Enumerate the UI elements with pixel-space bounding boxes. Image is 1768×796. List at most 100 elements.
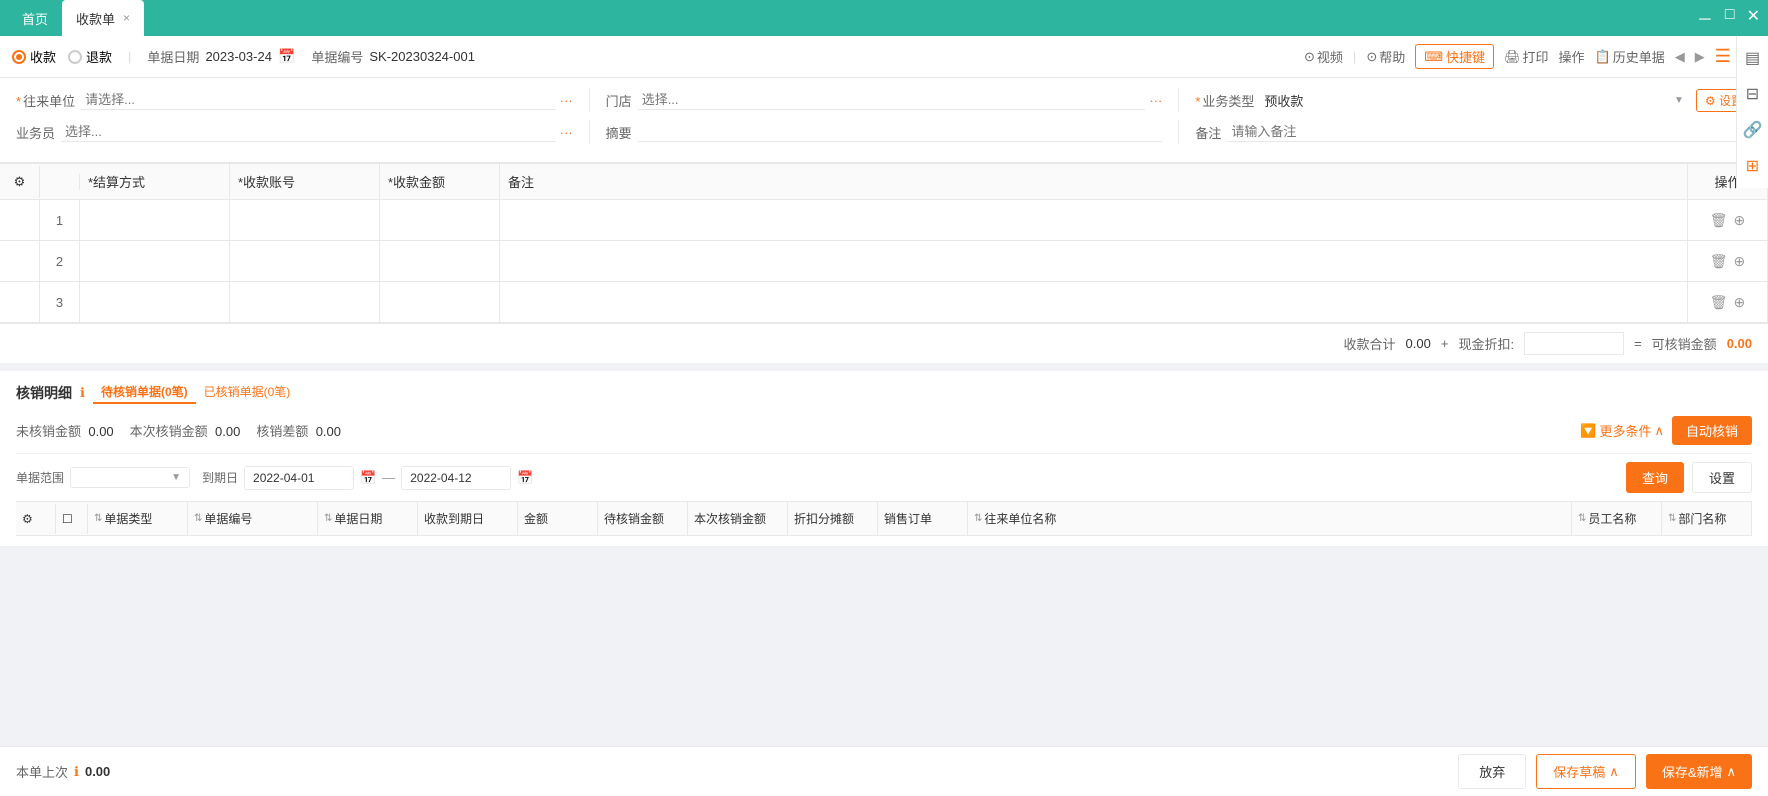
settings-button-2[interactable]: 设置 bbox=[1692, 462, 1752, 493]
operate-link[interactable]: 操作 bbox=[1559, 47, 1585, 66]
td-remark-1[interactable] bbox=[500, 200, 1688, 240]
right-panel-icon-2[interactable]: ⊟ bbox=[1746, 84, 1759, 104]
discount-input[interactable] bbox=[1524, 332, 1624, 355]
bth-type[interactable]: 单据类型 bbox=[88, 502, 188, 535]
tab-home[interactable]: 首页 bbox=[8, 0, 62, 36]
partner-more-icon[interactable]: ··· bbox=[560, 93, 573, 108]
td-account-2[interactable] bbox=[230, 241, 380, 281]
td-settings-1 bbox=[0, 200, 40, 240]
save-new-button[interactable]: 保存&新增 ∧ bbox=[1646, 754, 1752, 789]
td-account-1[interactable] bbox=[230, 200, 380, 240]
right-panel-icon-3[interactable]: 🔗 bbox=[1743, 120, 1763, 140]
note-input[interactable] bbox=[1227, 122, 1752, 142]
query-button[interactable]: 查询 bbox=[1626, 462, 1684, 493]
td-settle-2[interactable] bbox=[80, 241, 230, 281]
cal-to-icon[interactable]: 📅 bbox=[517, 470, 533, 486]
delete-icon-2[interactable]: 🗑 bbox=[1710, 253, 1728, 270]
summary-row: 收款合计 0.00 + 现金折扣: = 可核销金额 0.00 bbox=[0, 323, 1768, 363]
td-idx-1: 1 bbox=[40, 200, 80, 240]
receipt-type-group: 收款 退款 bbox=[12, 47, 112, 66]
td-remark-2[interactable] bbox=[500, 241, 1688, 281]
th-settings[interactable]: ⚙ bbox=[0, 166, 40, 198]
delete-icon-3[interactable]: 🗑 bbox=[1710, 294, 1728, 311]
right-panel-icon-4[interactable]: ⊞ bbox=[1746, 156, 1759, 176]
nav-prev-icon[interactable]: ◀ bbox=[1675, 49, 1685, 65]
partner-input[interactable] bbox=[81, 90, 556, 110]
calendar-icon[interactable]: 📅 bbox=[278, 48, 295, 65]
stat-right: 🔽 更多条件 ∧ 自动核销 bbox=[1580, 416, 1752, 445]
td-remark-3[interactable] bbox=[500, 282, 1688, 322]
delete-icon-1[interactable]: 🗑 bbox=[1710, 212, 1728, 229]
tab-receipt[interactable]: 收款单 × bbox=[62, 0, 144, 36]
stats-row: 未核销金额 0.00 本次核销金额 0.00 核销差额 0.00 🔽 更多条件 … bbox=[16, 412, 1752, 453]
date-to-input[interactable] bbox=[401, 466, 511, 490]
help-link[interactable]: ⊙ 帮助 bbox=[1366, 47, 1405, 66]
auto-writeoff-button[interactable]: 自动核销 bbox=[1672, 416, 1752, 445]
bth-pending: 待核销金额 bbox=[598, 502, 688, 535]
td-idx-2: 2 bbox=[40, 241, 80, 281]
bth-dept[interactable]: 部门名称 bbox=[1662, 502, 1752, 535]
bth-number[interactable]: 单据编号 bbox=[188, 502, 318, 535]
td-settle-1[interactable] bbox=[80, 200, 230, 240]
td-idx-3: 3 bbox=[40, 282, 80, 322]
date-field: 单据日期 2023-03-24 📅 bbox=[147, 47, 295, 66]
print-link[interactable]: 🖨 打印 bbox=[1504, 47, 1549, 66]
close-icon[interactable]: ✕ bbox=[1747, 6, 1760, 30]
layout1-icon[interactable]: ☰ bbox=[1715, 46, 1731, 67]
more-filter-btn[interactable]: 🔽 更多条件 ∧ bbox=[1580, 421, 1664, 440]
radio-refund[interactable]: 退款 bbox=[68, 47, 112, 66]
shop-input[interactable] bbox=[638, 90, 1146, 110]
sales-input[interactable] bbox=[61, 122, 556, 142]
tab-pending[interactable]: 待核销单据(0笔) bbox=[93, 381, 196, 404]
td-amount-1[interactable] bbox=[380, 200, 500, 240]
history-link[interactable]: 📋 历史单据 bbox=[1595, 47, 1665, 66]
summary-input[interactable] bbox=[638, 122, 1163, 142]
copy-icon-3[interactable]: ⊕ bbox=[1734, 294, 1746, 311]
biztype-arrow[interactable]: ▼ bbox=[1674, 95, 1684, 106]
receipt-table: ⚙ *结算方式 *收款账号 *收款金额 备注 操作 1 🗑 ⊕ bbox=[0, 163, 1768, 323]
td-settle-3[interactable] bbox=[80, 282, 230, 322]
td-amount-2[interactable] bbox=[380, 241, 500, 281]
tab-done[interactable]: 已核销单据(0笔) bbox=[196, 381, 299, 404]
td-amount-3[interactable] bbox=[380, 282, 500, 322]
radio-receipt[interactable]: 收款 bbox=[12, 47, 56, 66]
partner-field: 往来单位 ··· bbox=[16, 90, 573, 110]
tab-close-icon[interactable]: × bbox=[123, 11, 130, 25]
right-panel-icon-1[interactable]: ▤ bbox=[1745, 48, 1760, 68]
copy-icon-1[interactable]: ⊕ bbox=[1734, 212, 1746, 229]
video-link[interactable]: ⊙ 视频 bbox=[1304, 47, 1343, 66]
date-from-input[interactable] bbox=[244, 466, 354, 490]
form-area: 往来单位 ··· 门店 ··· 业务类型 预收款 ▼ ⚙ 设置 业务员 ··· … bbox=[0, 78, 1768, 163]
abandon-button[interactable]: 放弃 bbox=[1458, 754, 1526, 789]
shop-field: 门店 ··· bbox=[606, 90, 1163, 110]
restore-icon[interactable]: □ bbox=[1725, 6, 1735, 30]
shortcut-button[interactable]: ⌨ 快捷键 bbox=[1415, 44, 1494, 69]
sales-more-icon[interactable]: ··· bbox=[560, 125, 573, 140]
nav-next-icon[interactable]: ▶ bbox=[1695, 49, 1705, 65]
form-divider-4 bbox=[1178, 120, 1179, 144]
biztype-value: 预收款 bbox=[1260, 89, 1307, 112]
cal-from-icon[interactable]: 📅 bbox=[360, 470, 376, 486]
td-account-3[interactable] bbox=[230, 282, 380, 322]
form-divider-2 bbox=[1178, 88, 1179, 112]
form-divider-3 bbox=[589, 120, 590, 144]
bth-partner[interactable]: 往来单位名称 bbox=[968, 502, 1572, 535]
bth-date[interactable]: 单据日期 bbox=[318, 502, 418, 535]
bth-employee[interactable]: 员工名称 bbox=[1572, 502, 1662, 535]
save-draft-button[interactable]: 保存草稿 ∧ bbox=[1536, 754, 1636, 789]
bth-settings[interactable]: ⚙ bbox=[16, 504, 56, 534]
toolbar-right: ⊙ 视频 | ⊙ 帮助 ⌨ 快捷键 🖨 打印 操作 📋 历史单据 ◀ ▶ ☰ ⊞ bbox=[1304, 44, 1756, 69]
radio-circle-refund bbox=[68, 50, 82, 64]
footer-info-icon[interactable]: ℹ bbox=[74, 764, 79, 780]
range-arrow-icon: ▼ bbox=[171, 472, 181, 483]
range-select[interactable]: ▼ bbox=[70, 467, 190, 488]
info-icon[interactable]: ℹ bbox=[80, 385, 85, 401]
bth-amount: 金额 bbox=[518, 502, 598, 535]
copy-icon-2[interactable]: ⊕ bbox=[1734, 253, 1746, 270]
footer-left: 本单上次 ℹ 0.00 bbox=[16, 762, 110, 781]
bth-checkbox[interactable]: ☐ bbox=[56, 504, 88, 534]
shop-more-icon[interactable]: ··· bbox=[1149, 93, 1162, 108]
minimize-icon[interactable]: － bbox=[1697, 6, 1713, 30]
th-amount: *收款金额 bbox=[380, 164, 500, 199]
td-action-2: 🗑 ⊕ bbox=[1688, 241, 1768, 281]
